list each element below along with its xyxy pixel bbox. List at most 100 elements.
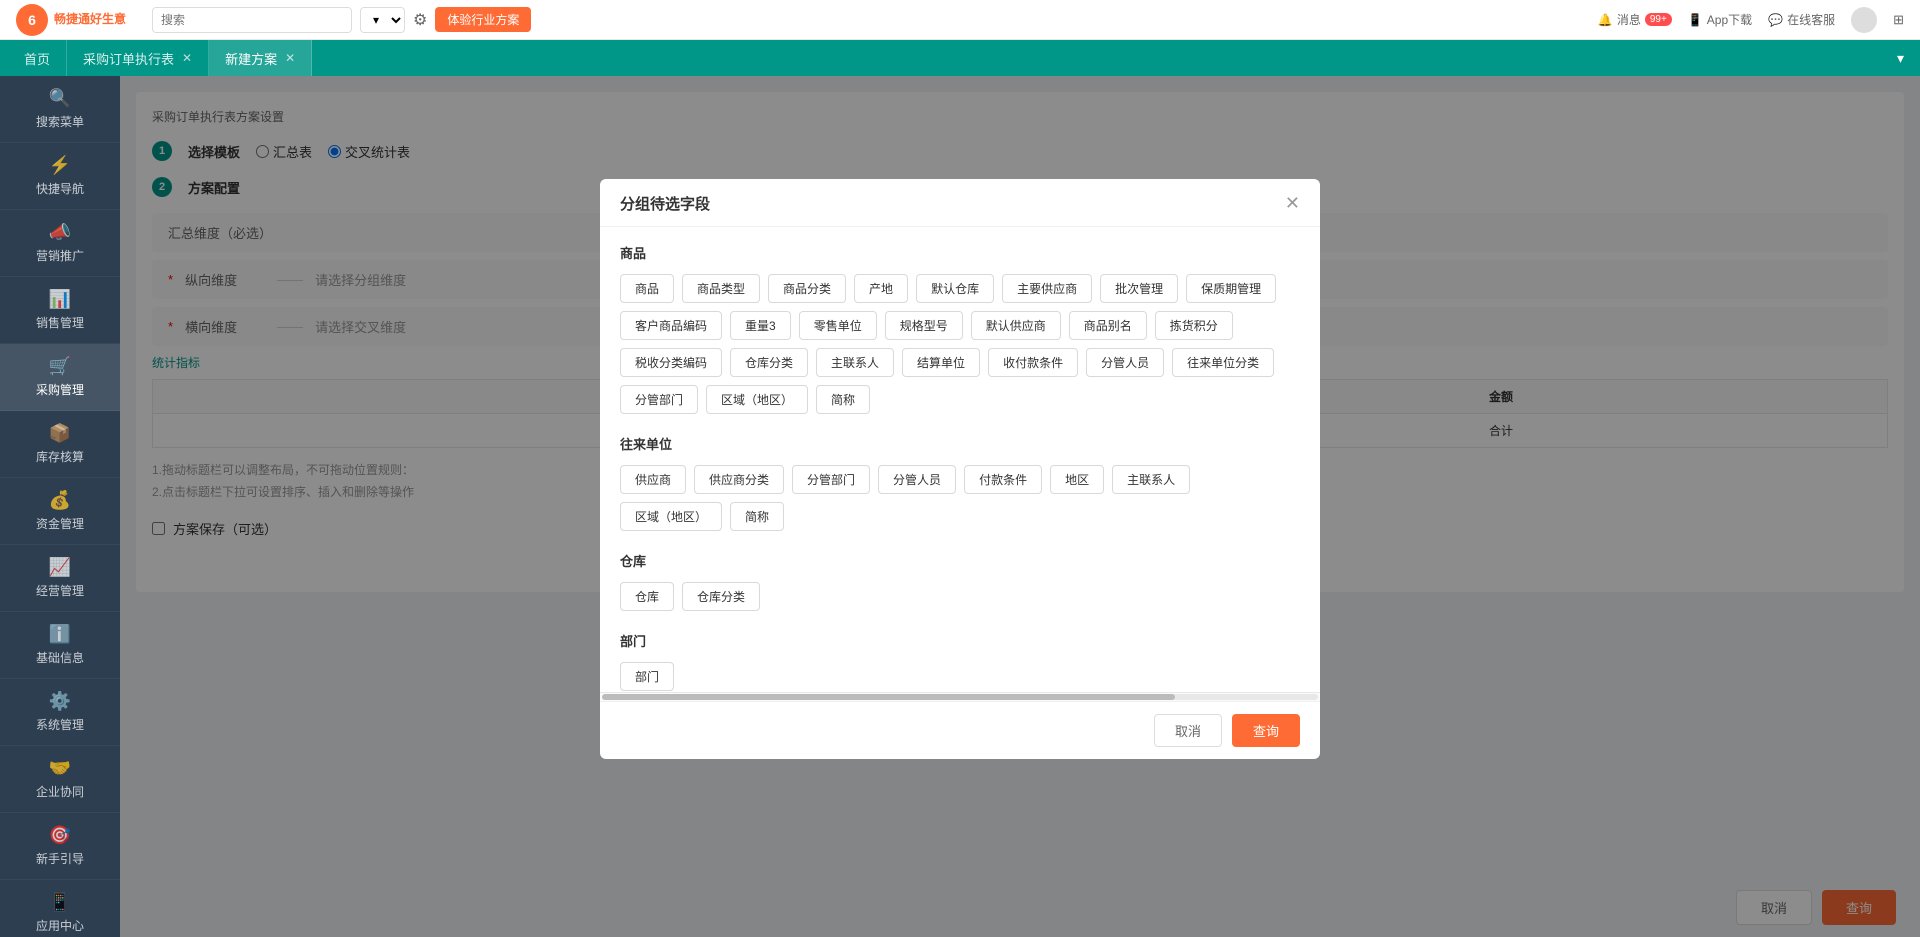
sidebar-item-inventory[interactable]: 📦 库存核算 xyxy=(0,411,120,478)
field-tag-weight[interactable]: 重量3 xyxy=(730,311,791,340)
field-tag-partner-short[interactable]: 简称 xyxy=(730,502,784,531)
field-tag-district[interactable]: 地区 xyxy=(1050,465,1104,494)
modal-header: 分组待选字段 ✕ xyxy=(600,179,1320,227)
field-tag-shelf-life[interactable]: 保质期管理 xyxy=(1186,274,1276,303)
inventory-icon: 📦 xyxy=(49,423,71,444)
sidebar-item-basic-info-label: 基础信息 xyxy=(36,649,84,666)
sidebar-item-quicknav[interactable]: ⚡ 快捷导航 xyxy=(0,143,120,210)
expand-icon[interactable]: ⊞ xyxy=(1893,12,1904,28)
field-tag-department[interactable]: 部门 xyxy=(620,662,674,691)
field-tag-default-warehouse[interactable]: 默认仓库 xyxy=(916,274,994,303)
app-download-label: App下载 xyxy=(1707,11,1752,28)
sidebar-item-marketing[interactable]: 📣 营销推广 xyxy=(0,210,120,277)
field-tag-retail-unit[interactable]: 零售单位 xyxy=(799,311,877,340)
notification-badge: 99+ xyxy=(1645,13,1672,26)
modal-close-icon[interactable]: ✕ xyxy=(1285,194,1300,212)
field-tag-batch-mgmt[interactable]: 批次管理 xyxy=(1100,274,1178,303)
field-tag-origin[interactable]: 产地 xyxy=(854,274,908,303)
notification-item[interactable]: 🔔 消息 99+ xyxy=(1598,11,1672,28)
tab-new-plan[interactable]: 新建方案 ✕ xyxy=(209,40,312,76)
field-tag-supplier-category[interactable]: 供应商分类 xyxy=(694,465,784,494)
section-warehouse: 仓库 仓库 仓库分类 xyxy=(620,551,1300,611)
sidebar-item-collaboration-label: 企业协同 xyxy=(36,783,84,800)
app-download-item[interactable]: 📱 App下载 xyxy=(1688,11,1752,28)
sidebar-item-sales-label: 销售管理 xyxy=(36,314,84,331)
sidebar-item-system[interactable]: ⚙️ 系统管理 xyxy=(0,679,120,746)
sidebar-item-finance[interactable]: 💰 资金管理 xyxy=(0,478,120,545)
field-tag-payment-terms[interactable]: 收付款条件 xyxy=(988,348,1078,377)
field-tag-goods-category[interactable]: 商品分类 xyxy=(768,274,846,303)
field-tag-goods[interactable]: 商品 xyxy=(620,274,674,303)
online-service-item[interactable]: 💬 在线客服 xyxy=(1768,11,1835,28)
section-goods: 商品 商品 商品类型 商品分类 产地 默认仓库 主要供应商 批次管理 保质期管理… xyxy=(620,243,1300,414)
field-tag-picking-points[interactable]: 拣货积分 xyxy=(1155,311,1233,340)
field-tag-supplier[interactable]: 供应商 xyxy=(620,465,686,494)
field-tag-main-contact[interactable]: 主联系人 xyxy=(816,348,894,377)
field-tag-main-supplier[interactable]: 主要供应商 xyxy=(1002,274,1092,303)
field-tag-payment-condition[interactable]: 付款条件 xyxy=(964,465,1042,494)
experience-button[interactable]: 体验行业方案 xyxy=(435,7,531,32)
tab-purchase-close-icon[interactable]: ✕ xyxy=(182,51,192,65)
field-tag-region[interactable]: 区域（地区） xyxy=(706,385,808,414)
logo-text: 畅捷通好生意 xyxy=(54,12,126,26)
modal-confirm-button[interactable]: 查询 xyxy=(1232,714,1300,747)
field-tag-partner-contact[interactable]: 主联系人 xyxy=(1112,465,1190,494)
sidebar-item-operations[interactable]: 📈 经营管理 xyxy=(0,545,120,612)
module-dropdown[interactable]: ▾ xyxy=(360,7,405,33)
gear-icon[interactable]: ⚙ xyxy=(413,10,427,30)
finance-icon: 💰 xyxy=(49,490,71,511)
field-tag-short-name[interactable]: 简称 xyxy=(816,385,870,414)
search-input[interactable] xyxy=(152,7,352,33)
sidebar-item-search-label: 搜索菜单 xyxy=(36,113,84,130)
section-partner-tags: 供应商 供应商分类 分管部门 分管人员 付款条件 地区 主联系人 区域（地区） … xyxy=(620,465,1300,531)
system-icon: ⚙️ xyxy=(49,691,71,712)
field-tag-partner-category[interactable]: 往来单位分类 xyxy=(1172,348,1274,377)
field-tag-warehouse-category[interactable]: 仓库分类 xyxy=(730,348,808,377)
field-tag-customer-code[interactable]: 客户商品编码 xyxy=(620,311,722,340)
online-service-label: 在线客服 xyxy=(1787,11,1835,28)
field-tag-warehouse-cat[interactable]: 仓库分类 xyxy=(682,582,760,611)
field-tag-default-supplier[interactable]: 默认供应商 xyxy=(971,311,1061,340)
tab-new-plan-label: 新建方案 xyxy=(225,49,277,68)
sidebar-item-basic-info[interactable]: ℹ️ 基础信息 xyxy=(0,612,120,679)
sidebar-item-collaboration[interactable]: 🤝 企业协同 xyxy=(0,746,120,813)
section-goods-tags: 商品 商品类型 商品分类 产地 默认仓库 主要供应商 批次管理 保质期管理 客户… xyxy=(620,274,1300,414)
field-tag-partner-dept[interactable]: 分管部门 xyxy=(792,465,870,494)
notification-icon: 🔔 xyxy=(1598,13,1613,27)
sidebar-item-appcenter[interactable]: 📱 应用中心 xyxy=(0,880,120,937)
field-tag-goods-alias[interactable]: 商品别名 xyxy=(1069,311,1147,340)
sidebar-item-purchase[interactable]: 🛒 采购管理 xyxy=(0,344,120,411)
sidebar-item-sales[interactable]: 📊 销售管理 xyxy=(0,277,120,344)
sidebar-item-search[interactable]: 🔍 搜索菜单 xyxy=(0,76,120,143)
tab-new-plan-close-icon[interactable]: ✕ xyxy=(285,51,295,65)
sidebar-item-guide-label: 新手引导 xyxy=(36,850,84,867)
search-icon: 🔍 xyxy=(49,88,71,109)
modal-body[interactable]: 商品 商品 商品类型 商品分类 产地 默认仓库 主要供应商 批次管理 保质期管理… xyxy=(600,227,1320,693)
field-tag-warehouse[interactable]: 仓库 xyxy=(620,582,674,611)
modal-cancel-button[interactable]: 取消 xyxy=(1154,714,1222,747)
guide-icon: 🎯 xyxy=(49,825,71,846)
field-tag-partner-region[interactable]: 区域（地区） xyxy=(620,502,722,531)
section-warehouse-title: 仓库 xyxy=(620,551,1300,570)
sidebar-item-appcenter-label: 应用中心 xyxy=(36,917,84,934)
sidebar-item-inventory-label: 库存核算 xyxy=(36,448,84,465)
field-tag-spec-model[interactable]: 规格型号 xyxy=(885,311,963,340)
field-tag-tax-code[interactable]: 税收分类编码 xyxy=(620,348,722,377)
avatar[interactable] xyxy=(1851,7,1877,33)
sidebar-item-guide[interactable]: 🎯 新手引导 xyxy=(0,813,120,880)
operations-icon: 📈 xyxy=(49,557,71,578)
nav-expand-icon[interactable]: ▾ xyxy=(1889,50,1912,67)
field-tag-goods-type[interactable]: 商品类型 xyxy=(682,274,760,303)
marketing-icon: 📣 xyxy=(49,222,71,243)
sidebar-item-operations-label: 经营管理 xyxy=(36,582,84,599)
tab-home[interactable]: 首页 xyxy=(8,40,67,76)
field-tag-manager[interactable]: 分管人员 xyxy=(1086,348,1164,377)
field-tag-dept[interactable]: 分管部门 xyxy=(620,385,698,414)
field-tag-settlement-unit[interactable]: 结算单位 xyxy=(902,348,980,377)
sidebar-item-finance-label: 资金管理 xyxy=(36,515,84,532)
tab-purchase-execution[interactable]: 采购订单执行表 ✕ xyxy=(67,40,209,76)
modal-horizontal-scrollbar[interactable] xyxy=(600,692,1320,700)
logo-area: 6 畅捷通好生意 xyxy=(16,4,136,36)
field-tag-partner-manager[interactable]: 分管人员 xyxy=(878,465,956,494)
modal-title: 分组待选字段 xyxy=(620,193,710,214)
